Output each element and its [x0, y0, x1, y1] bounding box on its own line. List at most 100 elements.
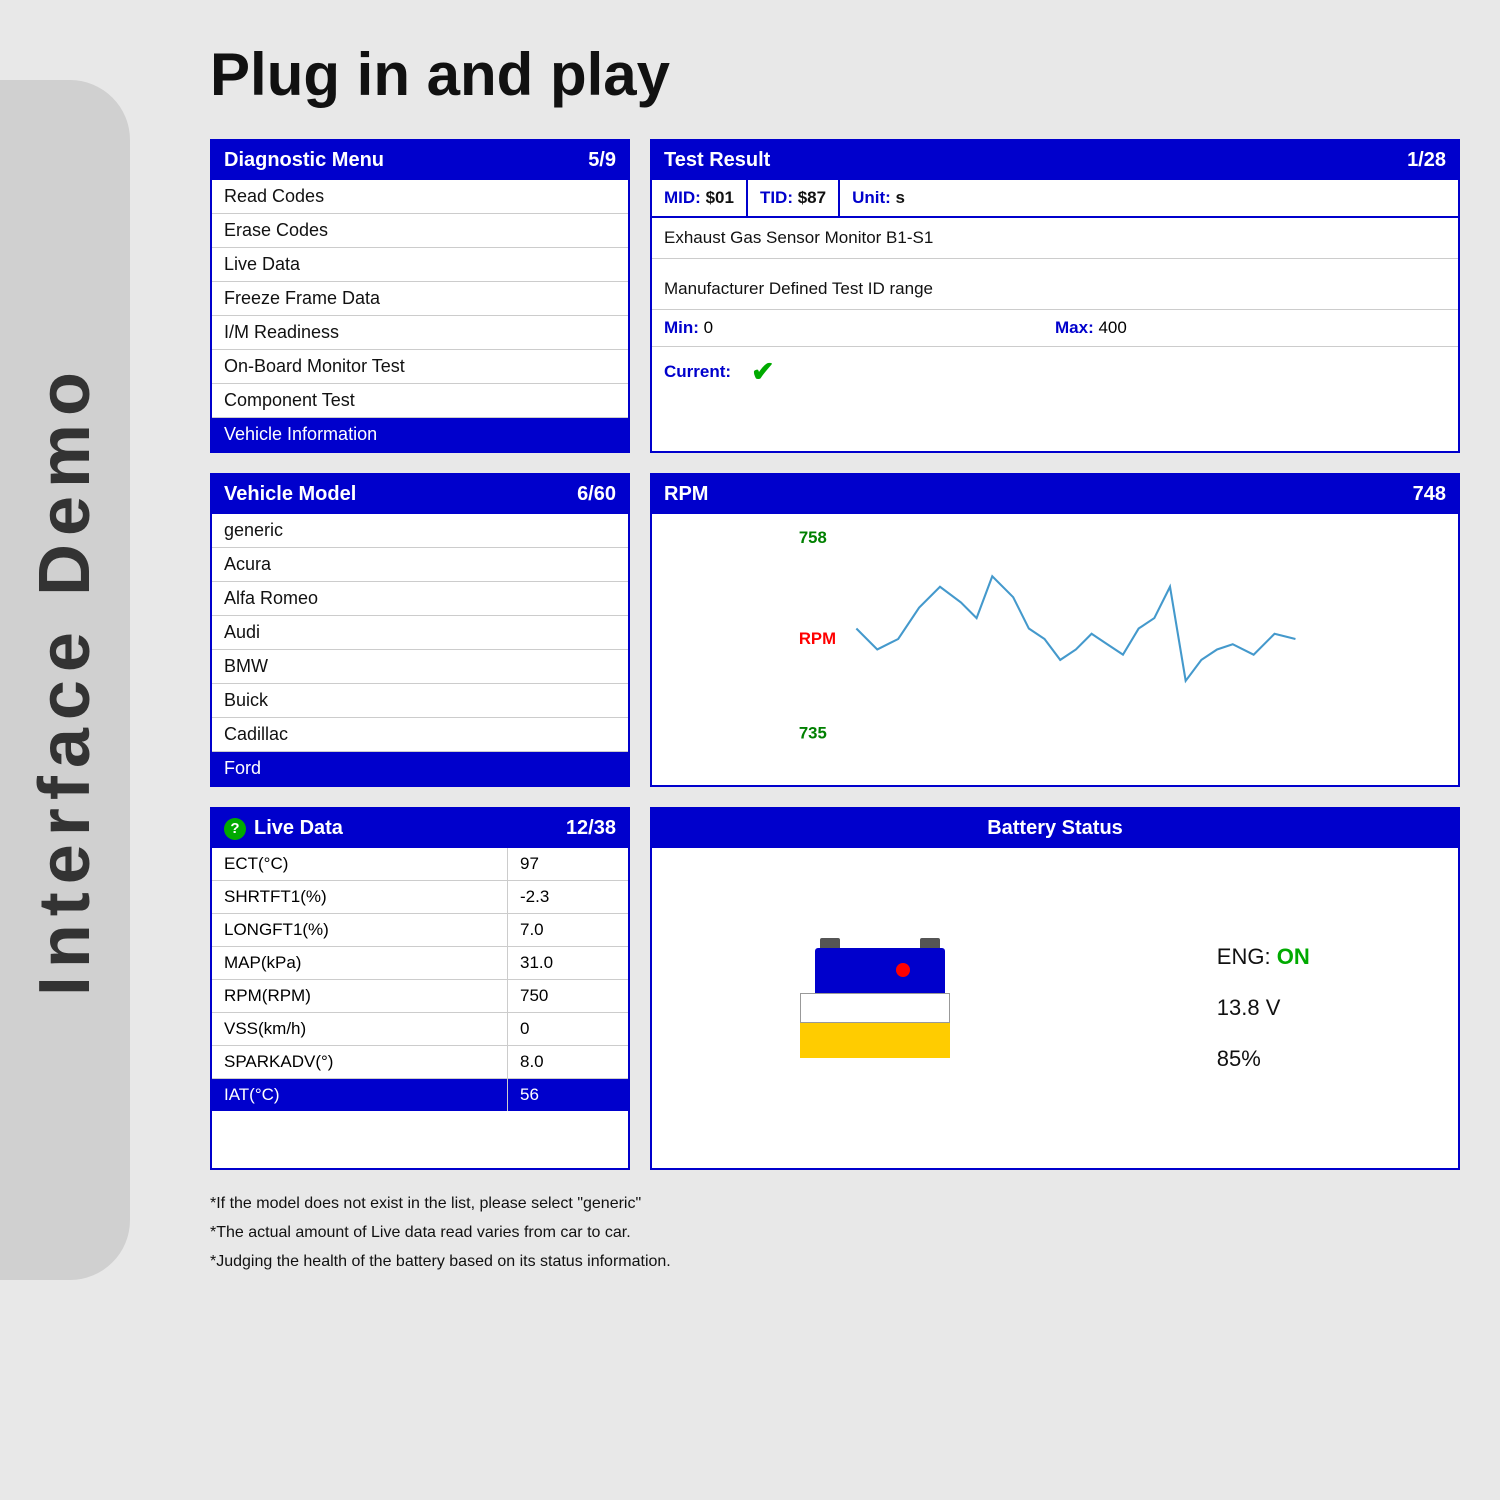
- menu-item-read-codes[interactable]: Read Codes: [212, 180, 628, 214]
- min-cell: Min: 0: [664, 318, 1055, 338]
- max-cell: Max: 400: [1055, 318, 1446, 338]
- svg-text:735: 735: [799, 723, 827, 742]
- live-data-row-longft1[interactable]: LONGFT1(%) 7.0: [212, 914, 628, 947]
- eng-label: ENG:: [1217, 944, 1271, 969]
- live-data-val-sparkadv: 8.0: [508, 1046, 628, 1078]
- diagnostic-menu-page: 5/9: [588, 149, 616, 172]
- live-data-name-iat: IAT(°C): [212, 1079, 508, 1111]
- live-data-row-ect[interactable]: ECT(°C) 97: [212, 848, 628, 881]
- menu-item-onboard-monitor[interactable]: On-Board Monitor Test: [212, 350, 628, 384]
- mid-label: MID:: [664, 188, 701, 207]
- svg-text:RPM: RPM: [799, 629, 836, 648]
- vehicle-generic[interactable]: generic: [212, 514, 628, 548]
- live-data-row-rpm[interactable]: RPM(RPM) 750: [212, 980, 628, 1013]
- battery-indicator-dot: [896, 963, 910, 977]
- vehicle-acura[interactable]: Acura: [212, 548, 628, 582]
- menu-item-vehicle-info[interactable]: Vehicle Information: [212, 418, 628, 451]
- test-result-page: 1/28: [1407, 149, 1446, 172]
- live-data-title: Live Data: [254, 817, 343, 840]
- battery-top: [815, 948, 945, 993]
- live-data-val-map: 31.0: [508, 947, 628, 979]
- sidebar: Interface Demo: [0, 80, 130, 1280]
- vehicle-buick[interactable]: Buick: [212, 684, 628, 718]
- tid-cell: TID: $87: [748, 180, 840, 216]
- live-data-name-map: MAP(kPa): [212, 947, 508, 979]
- footer-note-3: *Judging the health of the battery based…: [210, 1248, 1460, 1277]
- battery-middle: [800, 993, 950, 1023]
- live-data-panel: ? Live Data 12/38 ECT(°C) 97 SHRTFT1(%) …: [210, 807, 630, 1170]
- vehicle-bmw[interactable]: BMW: [212, 650, 628, 684]
- eng-value: ON: [1277, 944, 1310, 969]
- test-mfr-text: Manufacturer Defined Test ID range: [652, 259, 1458, 309]
- live-data-row-vss[interactable]: VSS(km/h) 0: [212, 1013, 628, 1046]
- live-data-name-vss: VSS(km/h): [212, 1013, 508, 1045]
- rpm-chart: 758 735 RPM: [652, 514, 1458, 774]
- vehicle-cadillac[interactable]: Cadillac: [212, 718, 628, 752]
- live-data-page: 12/38: [566, 817, 616, 840]
- vehicle-model-title: Vehicle Model: [224, 483, 356, 506]
- unit-value: s: [896, 188, 905, 207]
- live-data-name-sparkadv: SPARKADV(°): [212, 1046, 508, 1078]
- live-data-row-iat[interactable]: IAT(°C) 56: [212, 1079, 628, 1111]
- test-current-row: Current: ✔: [652, 347, 1458, 396]
- rpm-panel: RPM 748 758 735 RPM: [650, 473, 1460, 787]
- rpm-title: RPM: [664, 483, 708, 506]
- unit-cell: Unit: s: [840, 180, 917, 216]
- live-data-name-shrtft1: SHRTFT1(%): [212, 881, 508, 913]
- test-result-title: Test Result: [664, 149, 770, 172]
- test-result-header: Test Result 1/28: [652, 141, 1458, 180]
- live-data-val-ect: 97: [508, 848, 628, 880]
- menu-item-im-readiness[interactable]: I/M Readiness: [212, 316, 628, 350]
- live-data-row-map[interactable]: MAP(kPa) 31.0: [212, 947, 628, 980]
- rpm-header: RPM 748: [652, 475, 1458, 514]
- sidebar-text: Interface Demo: [29, 364, 101, 996]
- min-label: Min:: [664, 318, 699, 337]
- battery-status-header: Battery Status: [652, 809, 1458, 848]
- test-description: Exhaust Gas Sensor Monitor B1-S1: [652, 218, 1458, 259]
- svg-text:758: 758: [799, 528, 827, 547]
- menu-item-live-data[interactable]: Live Data: [212, 248, 628, 282]
- rpm-value: 748: [1413, 483, 1446, 506]
- rpm-svg: 758 735 RPM: [662, 524, 1448, 754]
- vehicle-model-page: 6/60: [577, 483, 616, 506]
- battery-icon: [800, 948, 960, 1068]
- live-data-val-shrtft1: -2.3: [508, 881, 628, 913]
- test-result-panel: Test Result 1/28 MID: $01 TID: $87 Unit:…: [650, 139, 1460, 453]
- row-1: Diagnostic Menu 5/9 Read Codes Erase Cod…: [210, 139, 1460, 453]
- vehicle-ford[interactable]: Ford: [212, 752, 628, 785]
- live-data-row-shrtft1[interactable]: SHRTFT1(%) -2.3: [212, 881, 628, 914]
- battery-voltage: 13.8 V: [1217, 995, 1281, 1021]
- battery-eng-status: ENG: ON: [1217, 944, 1310, 970]
- unit-label: Unit:: [852, 188, 891, 207]
- max-value: 400: [1098, 318, 1126, 337]
- footer-note-2: *The actual amount of Live data read var…: [210, 1219, 1460, 1248]
- min-value: 0: [704, 318, 713, 337]
- mid-cell: MID: $01: [652, 180, 748, 216]
- footer-note-1: *If the model does not exist in the list…: [210, 1190, 1460, 1219]
- diagnostic-menu-header: Diagnostic Menu 5/9: [212, 141, 628, 180]
- current-checkmark: ✔: [751, 355, 774, 388]
- menu-item-freeze-frame[interactable]: Freeze Frame Data: [212, 282, 628, 316]
- menu-item-component-test[interactable]: Component Test: [212, 384, 628, 418]
- menu-item-erase-codes[interactable]: Erase Codes: [212, 214, 628, 248]
- live-data-row-sparkadv[interactable]: SPARKADV(°) 8.0: [212, 1046, 628, 1079]
- live-data-name-rpm: RPM(RPM): [212, 980, 508, 1012]
- diagnostic-menu-title: Diagnostic Menu: [224, 149, 384, 172]
- live-data-name-longft1: LONGFT1(%): [212, 914, 508, 946]
- battery-bottom: [800, 1023, 950, 1058]
- page-title: Plug in and play: [210, 40, 1460, 109]
- live-data-name-ect: ECT(°C): [212, 848, 508, 880]
- battery-content: ENG: ON 13.8 V 85%: [652, 848, 1458, 1168]
- vehicle-audi[interactable]: Audi: [212, 616, 628, 650]
- main-content: Plug in and play Diagnostic Menu 5/9 Rea…: [150, 0, 1500, 1316]
- footer-notes: *If the model does not exist in the list…: [210, 1190, 1460, 1276]
- tid-label: TID:: [760, 188, 793, 207]
- live-data-header: ? Live Data 12/38: [212, 809, 628, 848]
- mid-value: $01: [706, 188, 734, 207]
- battery-percent: 85%: [1217, 1046, 1261, 1072]
- battery-info: ENG: ON 13.8 V 85%: [1217, 944, 1310, 1072]
- live-data-val-iat: 56: [508, 1079, 628, 1111]
- live-data-val-longft1: 7.0: [508, 914, 628, 946]
- tid-value: $87: [798, 188, 826, 207]
- vehicle-alfa-romeo[interactable]: Alfa Romeo: [212, 582, 628, 616]
